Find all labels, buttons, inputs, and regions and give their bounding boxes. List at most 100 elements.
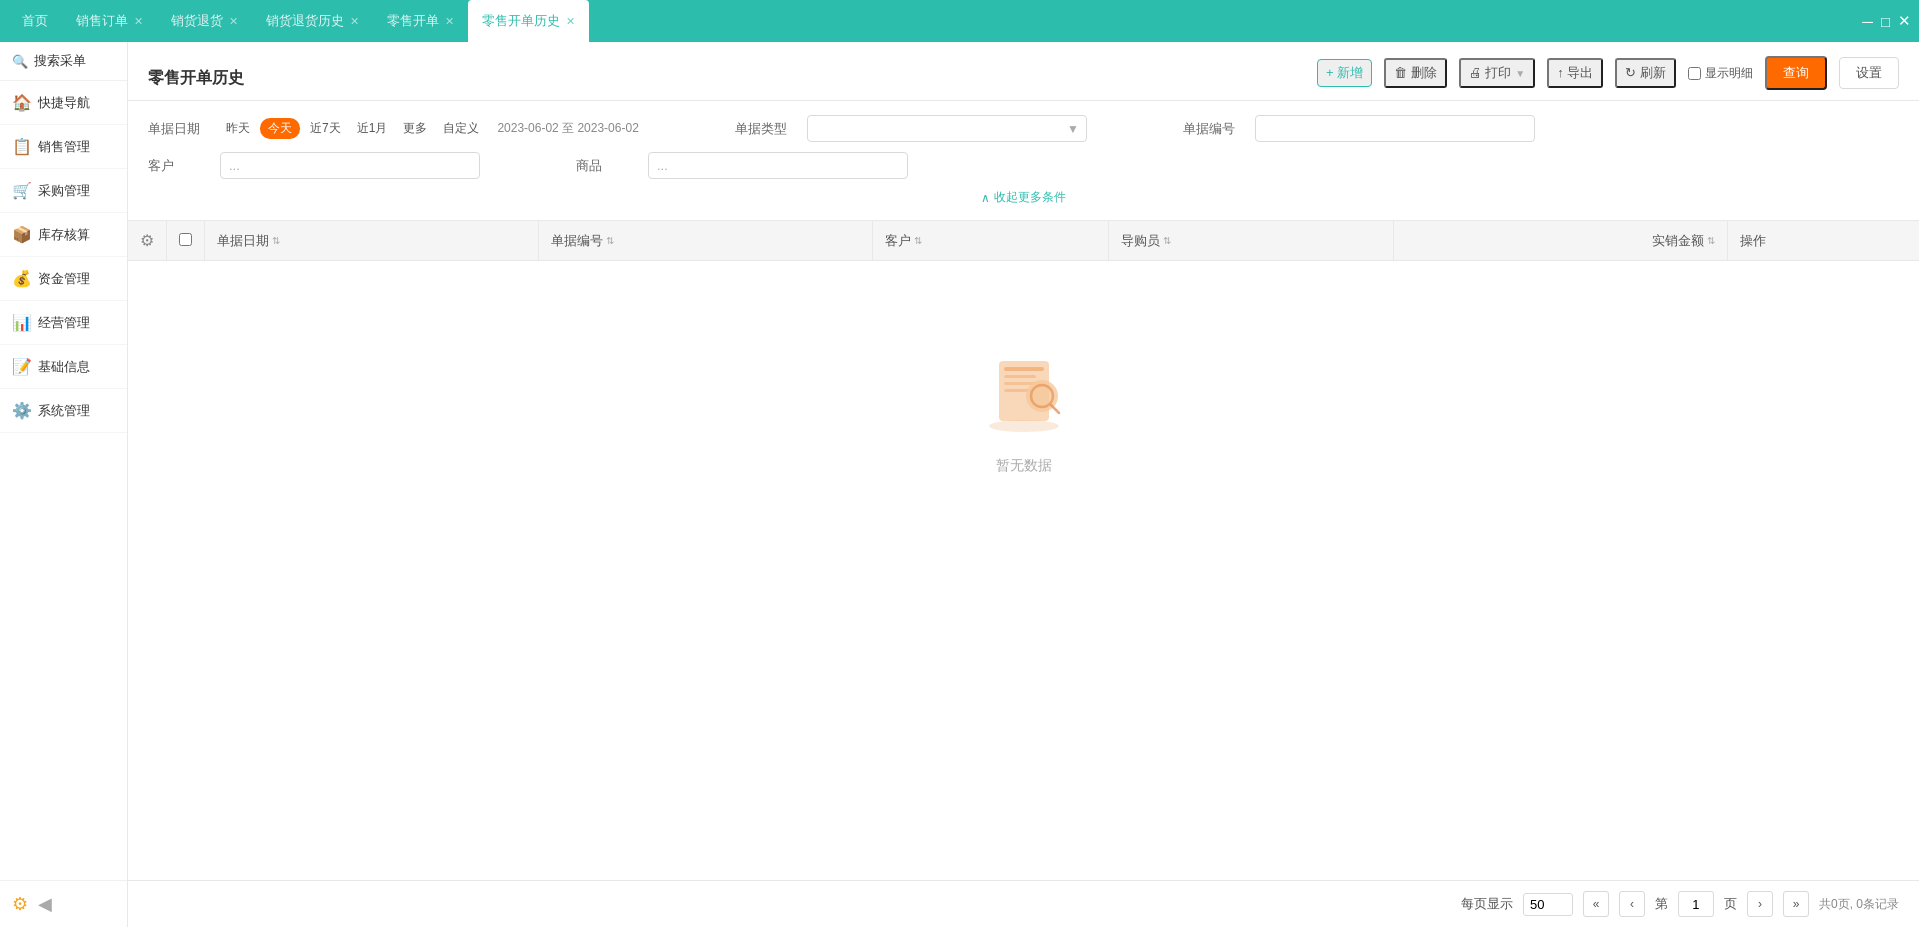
tab-sales-order[interactable]: 销售订单 ✕ (62, 0, 157, 42)
customer-input[interactable]: ... (220, 152, 480, 179)
th-salesperson: 导购员 ⇅ (1108, 221, 1393, 261)
prev-page-button[interactable]: ‹ (1619, 891, 1645, 917)
sidebar-item-label: 快捷导航 (38, 94, 90, 112)
th-number: 单据编号 ⇅ (539, 221, 873, 261)
window-minimize[interactable]: ─ (1862, 13, 1873, 30)
next-page-button[interactable]: › (1747, 891, 1773, 917)
number-input[interactable] (1255, 115, 1535, 142)
sidebar-item-ops-mgmt[interactable]: 📊 经营管理 (0, 301, 127, 345)
filter-row-1: 单据日期 昨天 今天 近7天 近1月 更多 自定义 2023-06-02 至 2… (148, 115, 1899, 142)
tab-close-sales-order[interactable]: ✕ (134, 15, 143, 28)
sidebar-item-label: 销售管理 (38, 138, 90, 156)
tab-close-retail-open-history[interactable]: ✕ (566, 15, 575, 28)
show-detail-checkbox[interactable] (1688, 67, 1701, 80)
tab-retail-open-history[interactable]: 零售开单历史 ✕ (468, 0, 589, 42)
sidebar-item-label: 系统管理 (38, 402, 90, 420)
filter-area: 单据日期 昨天 今天 近7天 近1月 更多 自定义 2023-06-02 至 2… (128, 101, 1919, 221)
type-select[interactable] (807, 115, 1087, 142)
table-area: ⚙ 单据日期 ⇅ 单据编号 (128, 221, 1919, 880)
collapse-up-icon: ∧ (981, 191, 990, 205)
svg-rect-3 (1004, 375, 1036, 378)
tab-close-sales-return-history[interactable]: ✕ (350, 15, 359, 28)
goods-input[interactable]: ... (648, 152, 908, 179)
number-filter-label: 单据编号 (1183, 120, 1239, 138)
sidebar: 🔍 搜索采单 🏠 快捷导航 📋 销售管理 🛒 采购管理 📦 库存核算 💰 资金管… (0, 42, 128, 927)
page-number-input[interactable] (1678, 891, 1714, 917)
date-opt-last7[interactable]: 近7天 (304, 118, 347, 139)
sort-number[interactable]: 单据编号 ⇅ (551, 232, 614, 250)
home-icon: 🏠 (12, 93, 32, 112)
settings-button[interactable]: 设置 (1839, 57, 1899, 89)
export-button[interactable]: ↑ 导出 (1547, 58, 1603, 88)
sidebar-item-inventory-mgmt[interactable]: 📦 库存核算 (0, 213, 127, 257)
th-customer: 客户 ⇅ (873, 221, 1108, 261)
window-close[interactable]: ✕ (1898, 12, 1911, 30)
date-opt-custom[interactable]: 自定义 (437, 118, 485, 139)
delete-button[interactable]: 🗑 删除 (1384, 58, 1447, 88)
date-opt-today[interactable]: 今天 (260, 118, 300, 139)
collapse-sidebar-icon[interactable]: ◀ (38, 893, 52, 915)
tab-home[interactable]: 首页 (8, 0, 62, 42)
data-table: ⚙ 单据日期 ⇅ 单据编号 (128, 221, 1919, 555)
window-maximize[interactable]: □ (1881, 13, 1890, 30)
date-opt-last-month[interactable]: 近1月 (351, 118, 394, 139)
sidebar-item-basic-info[interactable]: 📝 基础信息 (0, 345, 127, 389)
date-opt-more[interactable]: 更多 (397, 118, 433, 139)
collapse-row: ∧ 收起更多条件 (148, 189, 1899, 206)
finance-icon: 💰 (12, 269, 32, 288)
sidebar-item-sales-mgmt[interactable]: 📋 销售管理 (0, 125, 127, 169)
settings-icon[interactable]: ⚙ (12, 893, 28, 915)
sort-actual-amount[interactable]: 实销金额 ⇅ (1652, 232, 1715, 250)
show-detail-toggle[interactable]: 显示明细 (1688, 65, 1753, 82)
content-area: 零售开单历史 + 新增 🗑 删除 🖨 打印 ▼ ↑ 导出 ↻ 刷新 (128, 42, 1919, 927)
print-dropdown-icon[interactable]: ▼ (1515, 68, 1525, 79)
column-settings-icon[interactable]: ⚙ (140, 232, 154, 249)
th-checkbox-col (167, 221, 205, 261)
tab-close-retail-open[interactable]: ✕ (445, 15, 454, 28)
sidebar-item-sys-mgmt[interactable]: ⚙️ 系统管理 (0, 389, 127, 433)
page-header: 零售开单历史 + 新增 🗑 删除 🖨 打印 ▼ ↑ 导出 ↻ 刷新 (128, 42, 1919, 101)
first-page-button[interactable]: « (1583, 891, 1609, 917)
type-select-wrap: ▼ (807, 115, 1087, 142)
date-opt-yesterday[interactable]: 昨天 (220, 118, 256, 139)
type-filter-label: 单据类型 (735, 120, 791, 138)
sort-customer[interactable]: 客户 ⇅ (885, 232, 922, 250)
th-date: 单据日期 ⇅ (205, 221, 539, 261)
th-action: 操作 (1727, 221, 1919, 261)
filter-row-2: 客户 ... 商品 ... (148, 152, 1899, 179)
sort-icon-date: ⇅ (272, 235, 280, 246)
tab-sales-return-history[interactable]: 销货退货历史 ✕ (252, 0, 373, 42)
refresh-button[interactable]: ↻ 刷新 (1615, 58, 1676, 88)
th-actual-amount: 实销金额 ⇅ (1393, 221, 1727, 261)
th-settings: ⚙ (128, 221, 167, 261)
select-all-checkbox[interactable] (179, 233, 192, 246)
tab-sales-return[interactable]: 销货退货 ✕ (157, 0, 252, 42)
sidebar-item-quick-nav[interactable]: 🏠 快捷导航 (0, 81, 127, 125)
page-size-select[interactable]: 10 20 50 100 (1523, 893, 1573, 916)
sort-icon-customer: ⇅ (914, 235, 922, 246)
svg-line-8 (1051, 405, 1059, 413)
svg-rect-2 (1004, 367, 1044, 371)
last-page-button[interactable]: » (1783, 891, 1809, 917)
sort-date[interactable]: 单据日期 ⇅ (217, 232, 280, 250)
tab-retail-open[interactable]: 零售开单 ✕ (373, 0, 468, 42)
sidebar-item-purchase-mgmt[interactable]: 🛒 采购管理 (0, 169, 127, 213)
collapse-button[interactable]: ∧ 收起更多条件 (981, 189, 1066, 206)
toolbar: + 新增 🗑 删除 🖨 打印 ▼ ↑ 导出 ↻ 刷新 显示明细 (1317, 56, 1899, 100)
page-size-wrap: 10 20 50 100 (1523, 893, 1573, 916)
empty-text: 暂无数据 (996, 457, 1052, 475)
query-button[interactable]: 查询 (1765, 56, 1827, 90)
tab-close-sales-return[interactable]: ✕ (229, 15, 238, 28)
sidebar-item-finance-mgmt[interactable]: 💰 资金管理 (0, 257, 127, 301)
basic-info-icon: 📝 (12, 357, 32, 376)
sidebar-bottom: ⚙ ◀ (0, 880, 127, 927)
print-button[interactable]: 🖨 打印 ▼ (1459, 58, 1536, 88)
sidebar-item-label: 库存核算 (38, 226, 90, 244)
search-icon: 🔍 (12, 54, 28, 69)
sidebar-search-label: 搜索采单 (34, 52, 86, 70)
sort-salesperson[interactable]: 导购员 ⇅ (1121, 232, 1171, 250)
sidebar-search[interactable]: 🔍 搜索采单 (0, 42, 127, 81)
customer-filter-label: 客户 (148, 157, 204, 175)
add-button[interactable]: + 新增 (1317, 59, 1372, 87)
purchase-icon: 🛒 (12, 181, 32, 200)
